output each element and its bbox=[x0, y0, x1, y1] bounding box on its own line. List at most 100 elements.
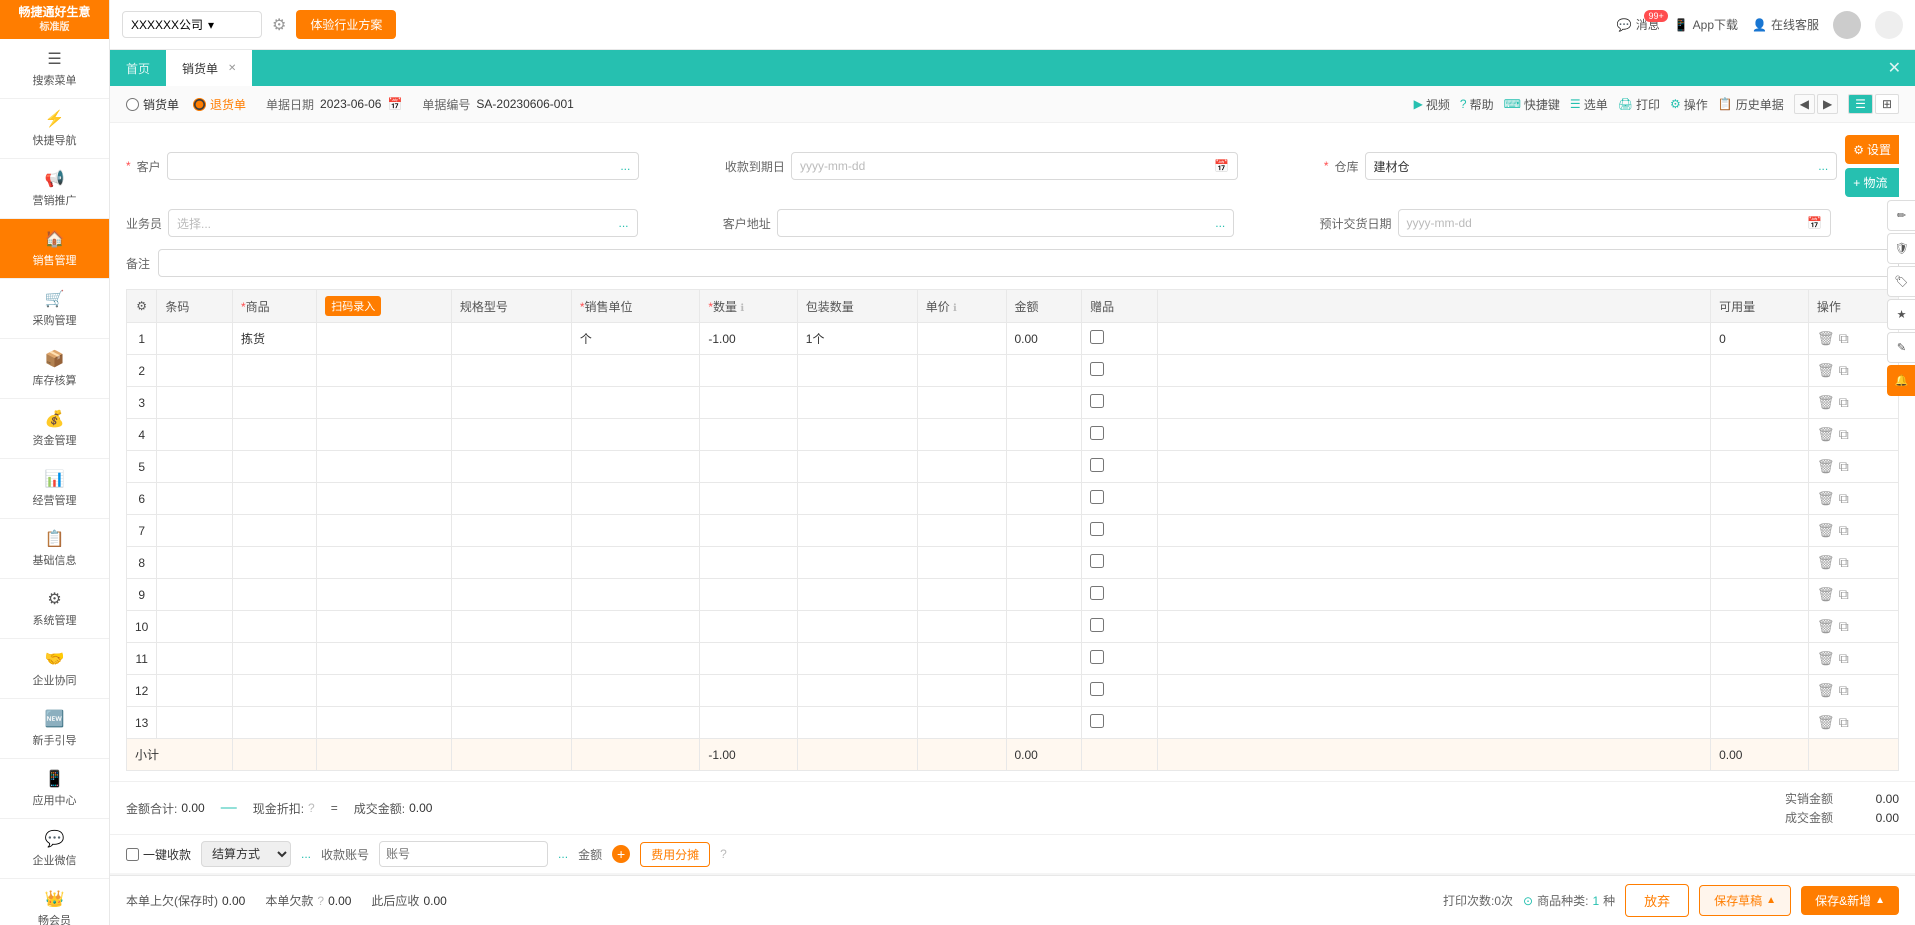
row-gift[interactable] bbox=[1082, 483, 1158, 515]
row-unit[interactable]: 个 bbox=[571, 323, 700, 355]
app-download-action[interactable]: 📱 App下载 bbox=[1674, 16, 1738, 33]
row-pkg-qty[interactable] bbox=[797, 579, 917, 611]
row-qty[interactable] bbox=[700, 579, 797, 611]
delivery-date-calendar-icon[interactable]: 📅 bbox=[1807, 216, 1822, 230]
row-barcode[interactable] bbox=[157, 547, 233, 579]
row-pkg-qty[interactable] bbox=[797, 355, 917, 387]
row-price[interactable] bbox=[917, 515, 1006, 547]
row-amount[interactable] bbox=[1006, 451, 1082, 483]
return-bill-radio[interactable]: 退货单 bbox=[193, 96, 246, 113]
row-qty[interactable] bbox=[700, 643, 797, 675]
row-price[interactable] bbox=[917, 483, 1006, 515]
row-unit[interactable] bbox=[571, 451, 700, 483]
float-orange-btn[interactable]: 🔔 bbox=[1887, 365, 1915, 396]
row-unit[interactable] bbox=[571, 643, 700, 675]
row-product[interactable] bbox=[233, 387, 317, 419]
row-gift[interactable] bbox=[1082, 547, 1158, 579]
row-gift[interactable] bbox=[1082, 387, 1158, 419]
row-delete-icon[interactable]: 🗑 bbox=[1817, 650, 1835, 667]
row-copy-icon[interactable]: ⧉ bbox=[1839, 362, 1849, 379]
video-btn[interactable]: ▶ 视频 bbox=[1414, 96, 1450, 113]
row-product[interactable] bbox=[233, 483, 317, 515]
row-unit[interactable] bbox=[571, 387, 700, 419]
row-product[interactable]: 拣货 bbox=[233, 323, 317, 355]
row-gift-checkbox[interactable] bbox=[1090, 362, 1104, 376]
due-date-input[interactable]: yyyy-mm-dd 📅 bbox=[791, 152, 1238, 180]
discard-button[interactable]: 放弃 bbox=[1625, 884, 1689, 917]
customer-addr-dots[interactable]: ... bbox=[1215, 216, 1225, 230]
row-pkg-qty[interactable] bbox=[797, 611, 917, 643]
sidebar-item-app-center[interactable]: 📱 应用中心 bbox=[0, 759, 109, 819]
row-spec[interactable] bbox=[451, 707, 571, 739]
row-price[interactable] bbox=[917, 707, 1006, 739]
row-amount[interactable] bbox=[1006, 355, 1082, 387]
row-spec[interactable] bbox=[451, 483, 571, 515]
sidebar-item-corp-wechat[interactable]: 💬 企业微信 bbox=[0, 819, 109, 879]
row-price[interactable] bbox=[917, 387, 1006, 419]
fee-help-icon[interactable]: ? bbox=[720, 847, 727, 861]
salesperson-input[interactable]: 选择... ... bbox=[168, 209, 637, 237]
sidebar-item-guide[interactable]: 🆕 新手引导 bbox=[0, 699, 109, 759]
row-copy-icon[interactable]: ⧉ bbox=[1839, 586, 1849, 603]
sidebar-item-marketing[interactable]: 📢 营销推广 bbox=[0, 159, 109, 219]
one-click-payment-input[interactable] bbox=[126, 848, 139, 861]
row-qty[interactable] bbox=[700, 515, 797, 547]
scan-button[interactable]: 扫码录入 bbox=[325, 296, 381, 316]
row-barcode[interactable] bbox=[157, 515, 233, 547]
row-barcode[interactable] bbox=[157, 387, 233, 419]
row-amount[interactable] bbox=[1006, 707, 1082, 739]
row-price[interactable] bbox=[917, 643, 1006, 675]
row-barcode[interactable] bbox=[157, 675, 233, 707]
row-gift[interactable] bbox=[1082, 675, 1158, 707]
row-unit[interactable] bbox=[571, 707, 700, 739]
row-barcode[interactable] bbox=[157, 707, 233, 739]
row-delete-icon[interactable]: 🗑 bbox=[1817, 458, 1835, 475]
logistics-button[interactable]: + 物流 bbox=[1845, 168, 1899, 197]
account-input[interactable] bbox=[379, 841, 548, 867]
row-gift-checkbox[interactable] bbox=[1090, 330, 1104, 344]
row-gift-checkbox[interactable] bbox=[1090, 714, 1104, 728]
row-spec[interactable] bbox=[451, 323, 571, 355]
float-tag-btn[interactable]: 🏷 bbox=[1887, 266, 1915, 297]
row-gift[interactable] bbox=[1082, 515, 1158, 547]
row-copy-icon[interactable]: ⧉ bbox=[1839, 714, 1849, 731]
row-amount[interactable] bbox=[1006, 515, 1082, 547]
row-amount[interactable] bbox=[1006, 611, 1082, 643]
row-qty[interactable] bbox=[700, 675, 797, 707]
float-shield-btn[interactable]: 🛡 bbox=[1887, 233, 1915, 264]
row-gift-checkbox[interactable] bbox=[1090, 426, 1104, 440]
row-price[interactable] bbox=[917, 323, 1006, 355]
customer-dots[interactable]: ... bbox=[620, 159, 630, 173]
row-gift-checkbox[interactable] bbox=[1090, 586, 1104, 600]
sidebar-item-member[interactable]: 👑 畅会员 bbox=[0, 879, 109, 925]
row-gift[interactable] bbox=[1082, 579, 1158, 611]
row-barcode[interactable] bbox=[157, 355, 233, 387]
delivery-date-input[interactable]: yyyy-mm-dd 📅 bbox=[1398, 209, 1831, 237]
row-delete-icon[interactable]: 🗑 bbox=[1817, 362, 1835, 379]
row-delete-icon[interactable]: 🗑 bbox=[1817, 714, 1835, 731]
row-delete-icon[interactable]: 🗑 bbox=[1817, 586, 1835, 603]
row-spec[interactable] bbox=[451, 611, 571, 643]
row-price[interactable] bbox=[917, 579, 1006, 611]
row-pkg-qty[interactable]: 1个 bbox=[797, 323, 917, 355]
float-star-btn[interactable]: ★ bbox=[1887, 299, 1915, 330]
row-amount[interactable] bbox=[1006, 419, 1082, 451]
row-product[interactable] bbox=[233, 707, 317, 739]
row-copy-icon[interactable]: ⧉ bbox=[1839, 682, 1849, 699]
float-edit-btn[interactable]: ✏ bbox=[1887, 200, 1915, 231]
row-qty[interactable] bbox=[700, 611, 797, 643]
row-copy-icon[interactable]: ⧉ bbox=[1839, 490, 1849, 507]
row-copy-icon[interactable]: ⧉ bbox=[1839, 426, 1849, 443]
sidebar-item-quick-nav[interactable]: ⚡ 快捷导航 bbox=[0, 99, 109, 159]
row-price[interactable] bbox=[917, 611, 1006, 643]
row-pkg-qty[interactable] bbox=[797, 451, 917, 483]
history-btn[interactable]: 📋 历史单据 bbox=[1718, 96, 1784, 113]
row-gift-checkbox[interactable] bbox=[1090, 682, 1104, 696]
row-barcode[interactable] bbox=[157, 323, 233, 355]
row-barcode[interactable] bbox=[157, 419, 233, 451]
row-pkg-qty[interactable] bbox=[797, 387, 917, 419]
add-payment-button[interactable]: + bbox=[612, 845, 630, 863]
row-unit[interactable] bbox=[571, 419, 700, 451]
customer-input[interactable]: ... bbox=[167, 152, 640, 180]
sidebar-item-finance[interactable]: 💰 资金管理 bbox=[0, 399, 109, 459]
